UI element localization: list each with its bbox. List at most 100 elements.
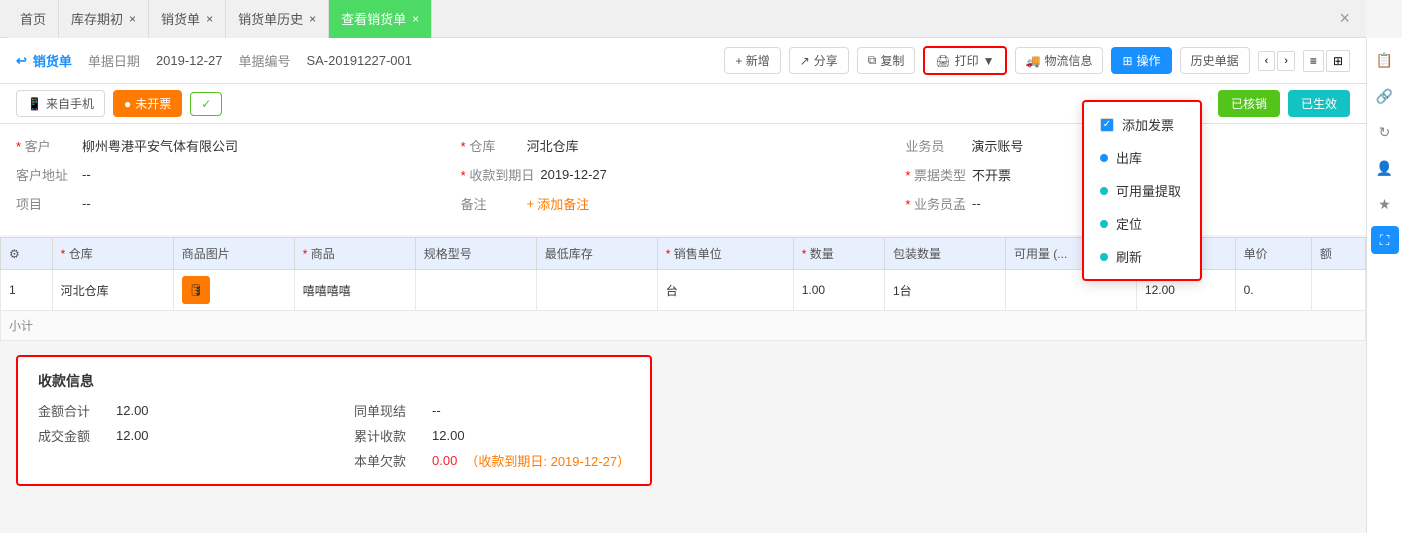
col-warehouse: 仓库 (52, 238, 173, 270)
print-icon: 🖨 (935, 54, 950, 68)
row-spec (415, 270, 536, 311)
doc-header: ↩ 销货单 单据日期 2019-12-27 单据编号 SA-20191227-0… (0, 38, 1366, 84)
doc-type-icon: ↩ (16, 53, 27, 69)
row-sales-unit: 台 (657, 270, 793, 311)
share-icon: ↗ (800, 54, 810, 68)
print-button[interactable]: 🖨 打印 ▼ (923, 46, 1006, 75)
tab-close-sales[interactable]: × (206, 12, 213, 26)
sidebar-doc-icon[interactable]: 📋 (1371, 46, 1399, 74)
outbound-item[interactable]: 出库 (1084, 141, 1200, 174)
copy-button[interactable]: ⧉ 复制 (857, 47, 916, 74)
total-value: 12.00 (116, 403, 149, 418)
col-unit-price: 单价 (1235, 238, 1311, 270)
cumulative-label: 累计收款 (354, 426, 424, 445)
total-label: 金额合计 (38, 401, 108, 420)
history-button[interactable]: 历史单据 (1180, 47, 1250, 74)
tab-close-inventory[interactable]: × (129, 12, 136, 26)
tab-sales-order[interactable]: 销货单 × (149, 0, 226, 38)
refresh-dot-icon (1100, 253, 1108, 261)
window-close-button[interactable]: × (1331, 8, 1358, 29)
refresh-item[interactable]: 刷新 (1084, 240, 1200, 273)
sidebar-refresh-icon[interactable]: ↻ (1371, 118, 1399, 146)
same-order-value: -- (432, 403, 441, 418)
add-note-button[interactable]: + 添加备注 (527, 194, 590, 213)
logistics-button[interactable]: 🚚 物流信息 (1015, 47, 1104, 74)
sidebar-expand-icon[interactable]: ⛶ (1371, 226, 1399, 254)
available-qty-item[interactable]: 可用量提取 (1084, 174, 1200, 207)
share-button[interactable]: ↗ 分享 (789, 47, 849, 74)
ticket-icon: ● (124, 97, 131, 111)
available-qty-label: 可用量提取 (1116, 181, 1181, 200)
customer-value: 柳州粤港平安气体有限公司 (82, 136, 238, 155)
col-settings[interactable]: ⚙ (1, 238, 53, 270)
sidebar-star-icon[interactable]: ★ (1371, 190, 1399, 218)
operate-button[interactable]: ⊞ 操作 (1111, 47, 1171, 74)
col-qty: 数量 (793, 238, 884, 270)
effective-status-btn[interactable]: 已生效 (1288, 90, 1350, 117)
product-image: 🛢 (182, 276, 210, 304)
locate-item[interactable]: 定位 (1084, 207, 1200, 240)
truck-icon: 🚚 (1026, 54, 1041, 68)
col-product-img: 商品图片 (173, 238, 294, 270)
available-dot-icon (1100, 187, 1108, 195)
confirm-button[interactable]: ✓ (190, 92, 222, 116)
payment-date-value: 2019-12-27 (540, 167, 607, 182)
view-toggle: ≡ ⊞ (1303, 50, 1350, 72)
copy-icon: ⧉ (868, 53, 877, 68)
address-value: -- (82, 167, 91, 182)
transaction-label: 成交金额 (38, 426, 108, 445)
list-view-button[interactable]: ≡ (1303, 50, 1324, 72)
add-invoice-item[interactable]: ✓ 添加发票 (1084, 108, 1200, 141)
plus-icon: + (527, 196, 535, 211)
row-pack-qty: 1台 (884, 270, 1005, 311)
col-amount: 额 (1311, 238, 1365, 270)
doc-actions: + 新增 ↗ 分享 ⧉ 复制 🖨 打印 ▼ 🚚 物流信息 ⊞ 操作 (724, 46, 1350, 75)
new-button[interactable]: + 新增 (724, 47, 780, 74)
prev-button[interactable]: ‹ (1258, 51, 1276, 71)
checked-status-btn[interactable]: 已核销 (1218, 90, 1280, 117)
transaction-value: 12.00 (116, 428, 149, 443)
subtotal-label: 小计 (1, 311, 1366, 341)
same-order-label: 同单现结 (354, 401, 424, 420)
from-phone-button[interactable]: 📱 来自手机 (16, 90, 105, 117)
add-invoice-label: 添加发票 (1122, 115, 1174, 134)
next-button[interactable]: › (1277, 51, 1295, 71)
tab-close-view[interactable]: × (412, 12, 419, 26)
subtotal-row: 小计 (1, 311, 1366, 341)
address-label: 客户地址 (16, 165, 76, 184)
row-min-stock (536, 270, 657, 311)
col-sales-unit: 销售单位 (657, 238, 793, 270)
phone-icon: 📱 (27, 97, 42, 111)
grid-view-button[interactable]: ⊞ (1326, 50, 1350, 72)
doc-type-label: ↩ 销货单 (16, 51, 72, 70)
due-note: （收款到期日: 2019-12-27） (465, 451, 630, 470)
outbound-label: 出库 (1116, 148, 1142, 167)
tab-sales-history[interactable]: 销货单历史 × (226, 0, 329, 38)
staff-label: 业务员 (905, 136, 965, 155)
due-value: 0.00 (432, 453, 457, 468)
tab-home[interactable]: 首页 (8, 0, 59, 38)
warehouse-label: 仓库 (461, 136, 521, 155)
payment-date-label: 收款到期日 (461, 165, 535, 184)
locate-dot-icon (1100, 220, 1108, 228)
not-open-button[interactable]: ● 未开票 (113, 90, 182, 117)
note-label: 备注 (461, 194, 521, 213)
nav-arrows: ‹ › (1258, 51, 1295, 71)
warehouse-value: 河北仓库 (527, 136, 579, 155)
sidebar-link-icon[interactable]: 🔗 (1371, 82, 1399, 110)
project-label: 项目 (16, 194, 76, 213)
col-spec: 规格型号 (415, 238, 536, 270)
col-min-stock: 最低库存 (536, 238, 657, 270)
tab-close-history[interactable]: × (309, 12, 316, 26)
checkbox-icon: ✓ (1100, 118, 1114, 132)
sidebar-user-icon[interactable]: 👤 (1371, 154, 1399, 182)
row-product: 嘻嘻嘻嘻 (294, 270, 415, 311)
row-product-img: 🛢 (173, 270, 294, 311)
staff-value: 演示账号 (971, 136, 1023, 155)
col-pack-qty: 包装数量 (884, 238, 1005, 270)
tab-bar: 首页 库存期初 × 销货单 × 销货单历史 × 查看销货单 × × (0, 0, 1366, 38)
tab-inventory-init[interactable]: 库存期初 × (59, 0, 149, 38)
cumulative-value: 12.00 (432, 428, 465, 443)
staff2-value: -- (972, 196, 981, 211)
tab-view-sales[interactable]: 查看销货单 × (329, 0, 432, 38)
